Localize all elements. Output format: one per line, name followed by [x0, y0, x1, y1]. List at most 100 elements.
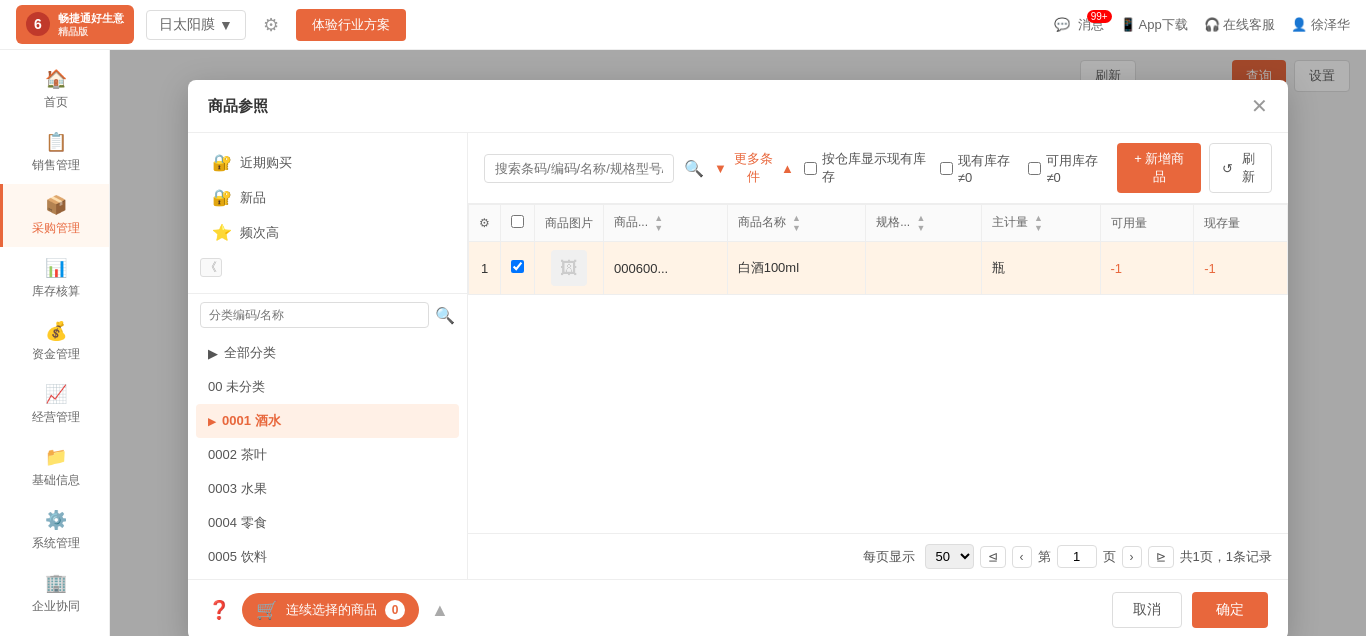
col-header-unit[interactable]: 主计量 ▲▼: [981, 205, 1100, 242]
per-page-label: 每页显示: [863, 548, 915, 566]
col-header-code[interactable]: 商品... ▲▼: [604, 205, 728, 242]
help-icon[interactable]: ❓: [208, 599, 230, 621]
user-menu[interactable]: 👤 徐泽华: [1291, 16, 1350, 34]
modal-header: 商品参照 ✕: [188, 80, 1288, 133]
sidebar-item-label: 企业协同: [32, 598, 80, 615]
sidebar-item-system[interactable]: ⚙️ 系统管理: [0, 499, 109, 562]
available-stock-checkbox[interactable]: [940, 162, 953, 175]
product-unit-cell: 瓶: [981, 242, 1100, 295]
messages-nav-item[interactable]: 💬 99+ 消息: [1054, 16, 1104, 34]
sidebar-item-label: 经营管理: [32, 409, 80, 426]
product-reference-modal: 商品参照 ✕ 🔐 近期购买 🔐: [188, 80, 1288, 636]
page-number-input[interactable]: [1057, 545, 1097, 568]
col-header-name[interactable]: 商品名称 ▲▼: [727, 205, 866, 242]
category-item-0005[interactable]: 0005 饮料: [196, 540, 459, 574]
app-download-link[interactable]: 📱 App下载: [1120, 16, 1188, 34]
settings-icon[interactable]: ⚙: [258, 9, 284, 41]
store-dropdown[interactable]: 日太阳膜 ▼: [146, 10, 246, 40]
sidebar-item-label: 库存核算: [32, 283, 80, 300]
system-icon: ⚙️: [45, 509, 67, 531]
product-search-button[interactable]: 🔍: [684, 159, 704, 178]
modal-close-button[interactable]: ✕: [1251, 94, 1268, 118]
operation-icon: 📈: [45, 383, 67, 405]
sidebar-item-label: 基础信息: [32, 472, 80, 489]
enterprise-icon: 🏢: [45, 572, 67, 594]
table-header-row: ⚙ 商品图片 商品... ▲▼: [469, 205, 1288, 242]
category-search-input[interactable]: [200, 302, 429, 328]
all-category-item[interactable]: ▶ 全部分类: [196, 336, 459, 370]
sidebar-item-label: 采购管理: [32, 220, 80, 237]
frequent-icon: ⭐: [212, 223, 232, 242]
sidebar-item-operation[interactable]: 📈 经营管理: [0, 373, 109, 436]
category-search-button[interactable]: 🔍: [435, 306, 455, 325]
sidebar-item-enterprise[interactable]: 🏢 企业协同: [0, 562, 109, 625]
top-nav: 6 畅捷通好生意 精品版 日太阳膜 ▼ ⚙ 体验行业方案 💬 99+ 消息 📱 …: [0, 0, 1366, 50]
sidebar-item-sales[interactable]: 📋 销售管理: [0, 121, 109, 184]
last-page-button[interactable]: ⊵: [1148, 546, 1174, 568]
name-sort-icon: ▲▼: [792, 213, 801, 233]
prev-page-button[interactable]: ‹: [1012, 546, 1032, 568]
trial-button[interactable]: 体验行业方案: [296, 9, 406, 41]
sidebar-item-finance[interactable]: 💰 资金管理: [0, 310, 109, 373]
frequent-item[interactable]: ⭐ 频次高: [200, 215, 455, 250]
category-item-0004[interactable]: 0004 零食: [196, 506, 459, 540]
warehouse-display-checkbox[interactable]: [804, 162, 817, 175]
new-items-icon: 🔐: [212, 188, 232, 207]
available-stock-checkbox-label[interactable]: 现有库存≠0: [940, 152, 1019, 185]
warehouse-display-checkbox-label[interactable]: 按仓库显示现有库存: [804, 150, 930, 186]
sidebar-item-purchase[interactable]: 📦 采购管理: [0, 184, 109, 247]
collapse-cart-icon[interactable]: ▲: [431, 600, 449, 621]
new-items-item[interactable]: 🔐 新品: [200, 180, 455, 215]
col-header-img: 商品图片: [535, 205, 604, 242]
next-page-button[interactable]: ›: [1122, 546, 1142, 568]
spec-sort-icon: ▲▼: [917, 213, 926, 233]
first-page-button[interactable]: ⊴: [980, 546, 1006, 568]
collapse-button[interactable]: 《: [200, 258, 222, 277]
sidebar-item-guide[interactable]: 🆕 新手引导: [0, 625, 109, 636]
modal-footer: ❓ 🛒 连续选择的商品 0 ▲ 取消 确定: [188, 579, 1288, 636]
row-num: 1: [469, 242, 501, 295]
col-header-available: 可用量: [1100, 205, 1194, 242]
recent-buy-item[interactable]: 🔐 近期购买: [200, 145, 455, 180]
product-name-cell: 白酒100ml: [727, 242, 866, 295]
sidebar: 🏠 首页 📋 销售管理 📦 采购管理 📊 库存核算 💰 资金管理 📈 经营管理 …: [0, 50, 110, 636]
confirm-button[interactable]: 确定: [1192, 592, 1268, 628]
messages-badge: 99+: [1087, 10, 1112, 23]
col-header-checkbox[interactable]: [501, 205, 535, 242]
product-image-cell: 🖼: [535, 242, 604, 295]
category-item-0002[interactable]: 0002 茶叶: [196, 438, 459, 472]
select-all-checkbox[interactable]: [511, 215, 524, 228]
sidebar-item-inventory[interactable]: 📊 库存核算: [0, 247, 109, 310]
filter-icon: ▼: [714, 161, 727, 176]
product-available-cell: -1: [1100, 242, 1194, 295]
row-checkbox[interactable]: [511, 260, 524, 273]
sidebar-item-label: 系统管理: [32, 535, 80, 552]
inventory-icon: 📊: [45, 257, 67, 279]
main-layout: 🏠 首页 📋 销售管理 📦 采购管理 📊 库存核算 💰 资金管理 📈 经营管理 …: [0, 50, 1366, 636]
product-table: ⚙ 商品图片 商品... ▲▼: [468, 204, 1288, 295]
nav-right: 💬 99+ 消息 📱 App下载 🎧 在线客服 👤 徐泽华: [1054, 16, 1350, 34]
category-item-0003[interactable]: 0003 水果: [196, 472, 459, 506]
col-header-settings[interactable]: ⚙: [469, 205, 501, 242]
col-header-spec[interactable]: 规格... ▲▼: [866, 205, 982, 242]
add-product-button[interactable]: + 新增商品: [1117, 143, 1201, 193]
refresh-table-button[interactable]: ↺ 刷新: [1209, 143, 1272, 193]
table-row[interactable]: 1 🖼 000600... 白酒100ml: [469, 242, 1288, 295]
cancel-button[interactable]: 取消: [1112, 592, 1182, 628]
product-search-input[interactable]: [484, 154, 674, 183]
sidebar-item-label: 销售管理: [32, 157, 80, 174]
footer-buttons: 取消 确定: [1112, 592, 1268, 628]
usable-stock-checkbox-label[interactable]: 可用库存≠0: [1028, 152, 1107, 185]
more-filter-button[interactable]: ▼ 更多条件 ▲: [714, 150, 794, 186]
product-code-cell: 000600...: [604, 242, 728, 295]
cart-area[interactable]: 🛒 连续选择的商品 0: [242, 593, 419, 627]
category-item-0001[interactable]: ▶ 0001 酒水: [196, 404, 459, 438]
pagination: 每页显示 50 ⊴ ‹ 第 页 › ⊵ 共1页，1条记录: [468, 533, 1288, 579]
sidebar-item-basic[interactable]: 📁 基础信息: [0, 436, 109, 499]
row-checkbox-cell[interactable]: [501, 242, 535, 295]
online-service-link[interactable]: 🎧 在线客服: [1204, 16, 1276, 34]
category-item-00[interactable]: 00 未分类: [196, 370, 459, 404]
usable-stock-checkbox[interactable]: [1028, 162, 1041, 175]
per-page-select[interactable]: 50: [925, 544, 974, 569]
sidebar-item-home[interactable]: 🏠 首页: [0, 58, 109, 121]
